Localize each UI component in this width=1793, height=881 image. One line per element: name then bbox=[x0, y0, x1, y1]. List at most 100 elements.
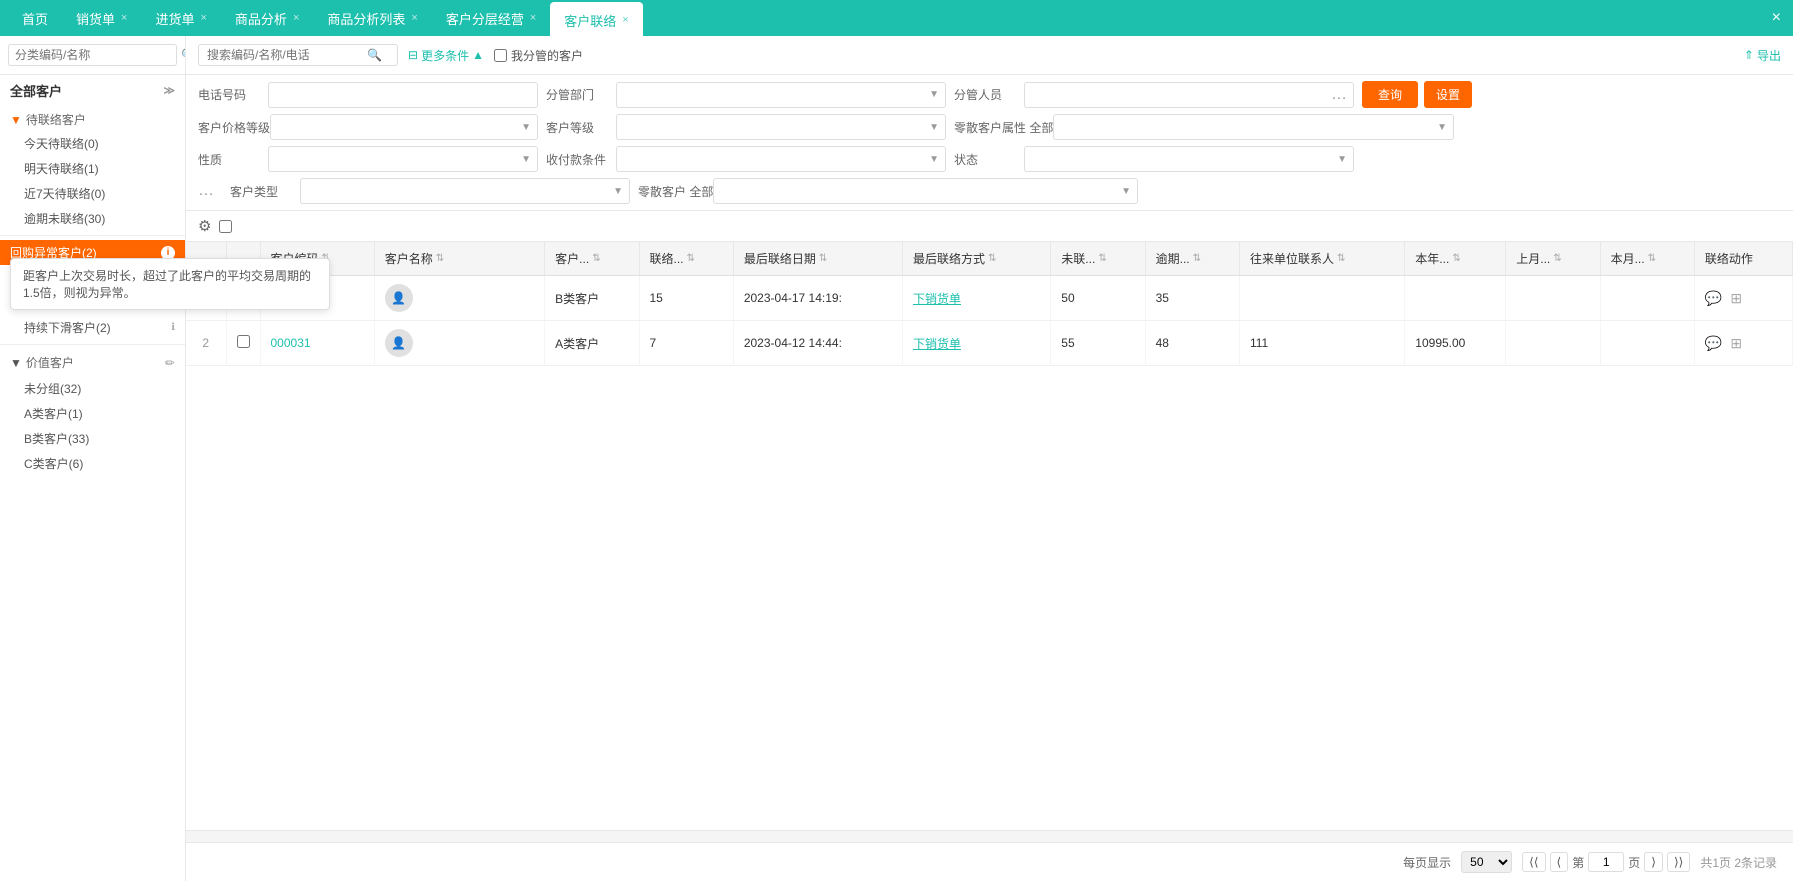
last-page-button[interactable]: ⟩⟩ bbox=[1667, 852, 1690, 872]
retail-attr-select[interactable]: ▼ bbox=[1053, 114, 1454, 140]
phone-input[interactable] bbox=[268, 82, 538, 108]
query-button[interactable]: 查询 bbox=[1362, 81, 1418, 108]
sidebar-item-a-customers[interactable]: A类客户(1) bbox=[0, 401, 185, 426]
more-conditions-button[interactable]: ⊟ 更多条件 ▲ bbox=[408, 47, 484, 64]
nav-customer-segment[interactable]: 客户分层经营 × bbox=[432, 0, 550, 36]
nature-arrow-icon: ▼ bbox=[521, 154, 531, 165]
sort-this-month-icon[interactable]: ⇅ bbox=[1648, 253, 1656, 264]
close-customer-contact-icon[interactable]: × bbox=[622, 14, 628, 26]
sidebar-collapse-icon[interactable]: ≫ bbox=[163, 84, 175, 97]
nav-home[interactable]: 首页 bbox=[8, 0, 62, 36]
sort-person-icon[interactable]: ⇅ bbox=[1337, 253, 1345, 264]
search-box: 🔍 bbox=[198, 44, 398, 66]
dept-select[interactable]: ▼ bbox=[616, 82, 946, 108]
nav-product-analysis[interactable]: 商品分析 × bbox=[221, 0, 313, 36]
sort-last-date-icon[interactable]: ⇅ bbox=[819, 253, 827, 264]
more-action-icon-2[interactable]: ⊞ bbox=[1730, 335, 1742, 352]
payment-select[interactable]: ▼ bbox=[616, 146, 946, 172]
payment-arrow-icon: ▼ bbox=[929, 154, 939, 165]
next-page-button[interactable]: ⟩ bbox=[1644, 852, 1663, 872]
status-arrow-icon: ▼ bbox=[1337, 154, 1347, 165]
advanced-filter: 电话号码 分管部门 ▼ 分管人员 … bbox=[186, 75, 1793, 211]
nav-product-analysis-list[interactable]: 商品分析列表 × bbox=[313, 0, 431, 36]
last-method-link-1[interactable]: 下销货单 bbox=[913, 292, 961, 306]
sidebar-group-pending-contact[interactable]: ▼ 待联络客户 bbox=[0, 106, 185, 131]
sidebar-item-c-customers[interactable]: C类客户(6) bbox=[0, 451, 185, 476]
nature-select[interactable]: ▼ bbox=[268, 146, 538, 172]
chat-icon-1[interactable]: 💬 bbox=[1705, 290, 1722, 307]
sidebar-item-7day-contact[interactable]: 近7天待联络(0) bbox=[0, 181, 185, 206]
sidebar-item-tomorrow-contact[interactable]: 明天待联络(1) bbox=[0, 156, 185, 181]
retail-customer-select[interactable]: ▼ bbox=[713, 178, 1138, 204]
filter-field-customer-level: 客户等级 ▼ bbox=[546, 114, 946, 140]
content-area: 距客户上次交易时长，超过了此客户的平均交易周期的1.5倍，则视为异常。 🔍 ⊟ … bbox=[186, 36, 1793, 881]
close-purchase-icon[interactable]: × bbox=[200, 12, 206, 24]
sidebar-item-ungroup[interactable]: 未分组(32) bbox=[0, 376, 185, 401]
phone-label: 电话号码 bbox=[198, 86, 268, 103]
select-all-checkbox[interactable] bbox=[219, 220, 232, 233]
edit-icon-value[interactable]: ✏ bbox=[165, 356, 175, 370]
per-page-select[interactable]: 10 20 50 100 bbox=[1461, 851, 1512, 873]
sidebar-group-value-customers[interactable]: ▼ 价值客户 ✏ bbox=[0, 349, 185, 376]
settings-button[interactable]: 设置 bbox=[1424, 81, 1472, 108]
all-customers-item[interactable]: 全部客户 ≫ bbox=[0, 75, 185, 106]
sidebar-item-b-customers[interactable]: B类客户(33) bbox=[0, 426, 185, 451]
customer-code-link-2[interactable]: 000031 bbox=[271, 336, 311, 350]
sort-last-method-icon[interactable]: ⇅ bbox=[988, 253, 996, 264]
row-contact-person-2: 111 bbox=[1239, 321, 1404, 366]
close-product-analysis-icon[interactable]: × bbox=[293, 12, 299, 24]
row-type-2: A类客户 bbox=[545, 321, 639, 366]
horizontal-scrollbar[interactable] bbox=[186, 830, 1793, 842]
table-settings-icon[interactable]: ⚙ bbox=[198, 217, 211, 235]
person-select[interactable]: … bbox=[1024, 82, 1354, 108]
chat-icon-2[interactable]: 💬 bbox=[1705, 335, 1722, 352]
person-dots-icon[interactable]: … bbox=[1331, 86, 1347, 104]
search-input[interactable] bbox=[207, 48, 367, 62]
customer-type-select[interactable]: ▼ bbox=[300, 178, 630, 204]
prev-page-button[interactable]: ⟨ bbox=[1550, 852, 1569, 872]
sidebar: 🔍 全部客户 ≫ ▼ 待联络客户 今天待联络(0) 明天待联络(1) 近7天待联… bbox=[0, 36, 186, 881]
more-filter-dots[interactable]: … bbox=[198, 182, 214, 200]
close-sales-icon[interactable]: × bbox=[121, 12, 127, 24]
sort-this-year-icon[interactable]: ⇅ bbox=[1452, 253, 1460, 264]
nav-sales[interactable]: 销货单 × bbox=[62, 0, 141, 36]
sort-last-month-icon[interactable]: ⇅ bbox=[1553, 253, 1561, 264]
table-row: 2 000031 👤 A类客户 bbox=[186, 321, 1793, 366]
export-button[interactable]: ⇑ 导出 bbox=[1744, 47, 1781, 64]
page-input[interactable] bbox=[1588, 852, 1624, 872]
status-select[interactable]: ▼ bbox=[1024, 146, 1354, 172]
col-last-month: 上月... ⇅ bbox=[1506, 242, 1600, 276]
first-page-button[interactable]: ⟨⟨ bbox=[1522, 852, 1545, 872]
filter-icon: ⊟ bbox=[408, 48, 418, 62]
sort-contact-count-icon[interactable]: ⇅ bbox=[687, 253, 695, 264]
row-name-2: 👤 bbox=[374, 321, 544, 366]
price-level-select[interactable]: ▼ bbox=[270, 114, 538, 140]
filter-row-4: … 客户类型 ▼ 零散客户 全部 ▼ bbox=[198, 178, 1781, 204]
avatar-2: 👤 bbox=[385, 329, 413, 357]
close-product-analysis-list-icon[interactable]: × bbox=[411, 12, 417, 24]
row-num-2: 2 bbox=[186, 321, 226, 366]
search-icon[interactable]: 🔍 bbox=[367, 48, 382, 62]
row-2-checkbox[interactable] bbox=[237, 335, 250, 348]
nav-customer-contact[interactable]: 客户联络 × bbox=[550, 2, 642, 38]
sort-uncontacted-icon[interactable]: ⇅ bbox=[1098, 253, 1106, 264]
row-last-month-1 bbox=[1506, 276, 1600, 321]
customer-level-select[interactable]: ▼ bbox=[616, 114, 946, 140]
sort-overdue-icon[interactable]: ⇅ bbox=[1193, 253, 1201, 264]
my-customers-checkbox[interactable] bbox=[494, 49, 507, 62]
sidebar-item-overdue-contact[interactable]: 逾期未联络(30) bbox=[0, 206, 185, 231]
more-action-icon-1[interactable]: ⊞ bbox=[1730, 290, 1742, 307]
sidebar-item-declining[interactable]: 持续下滑客户(2) ℹ bbox=[0, 315, 185, 340]
close-customer-segment-icon[interactable]: × bbox=[530, 12, 536, 24]
nav-purchase[interactable]: 进货单 × bbox=[141, 0, 220, 36]
last-method-link-2[interactable]: 下销货单 bbox=[913, 337, 961, 351]
sort-name-icon[interactable]: ⇅ bbox=[436, 253, 444, 264]
filter-field-retail-attr: 零散客户属性 全部 ▼ bbox=[954, 114, 1454, 140]
customer-type-label: 客户类型 bbox=[230, 183, 300, 200]
close-all-tabs-button[interactable]: × bbox=[1772, 9, 1781, 27]
sort-type-icon[interactable]: ⇅ bbox=[592, 253, 600, 264]
sidebar-item-today-contact[interactable]: 今天待联络(0) bbox=[0, 131, 185, 156]
sidebar-search-input[interactable] bbox=[8, 44, 177, 66]
row-name-1: 👤 bbox=[374, 276, 544, 321]
row-last-date-1: 2023-04-17 14:19: bbox=[733, 276, 902, 321]
